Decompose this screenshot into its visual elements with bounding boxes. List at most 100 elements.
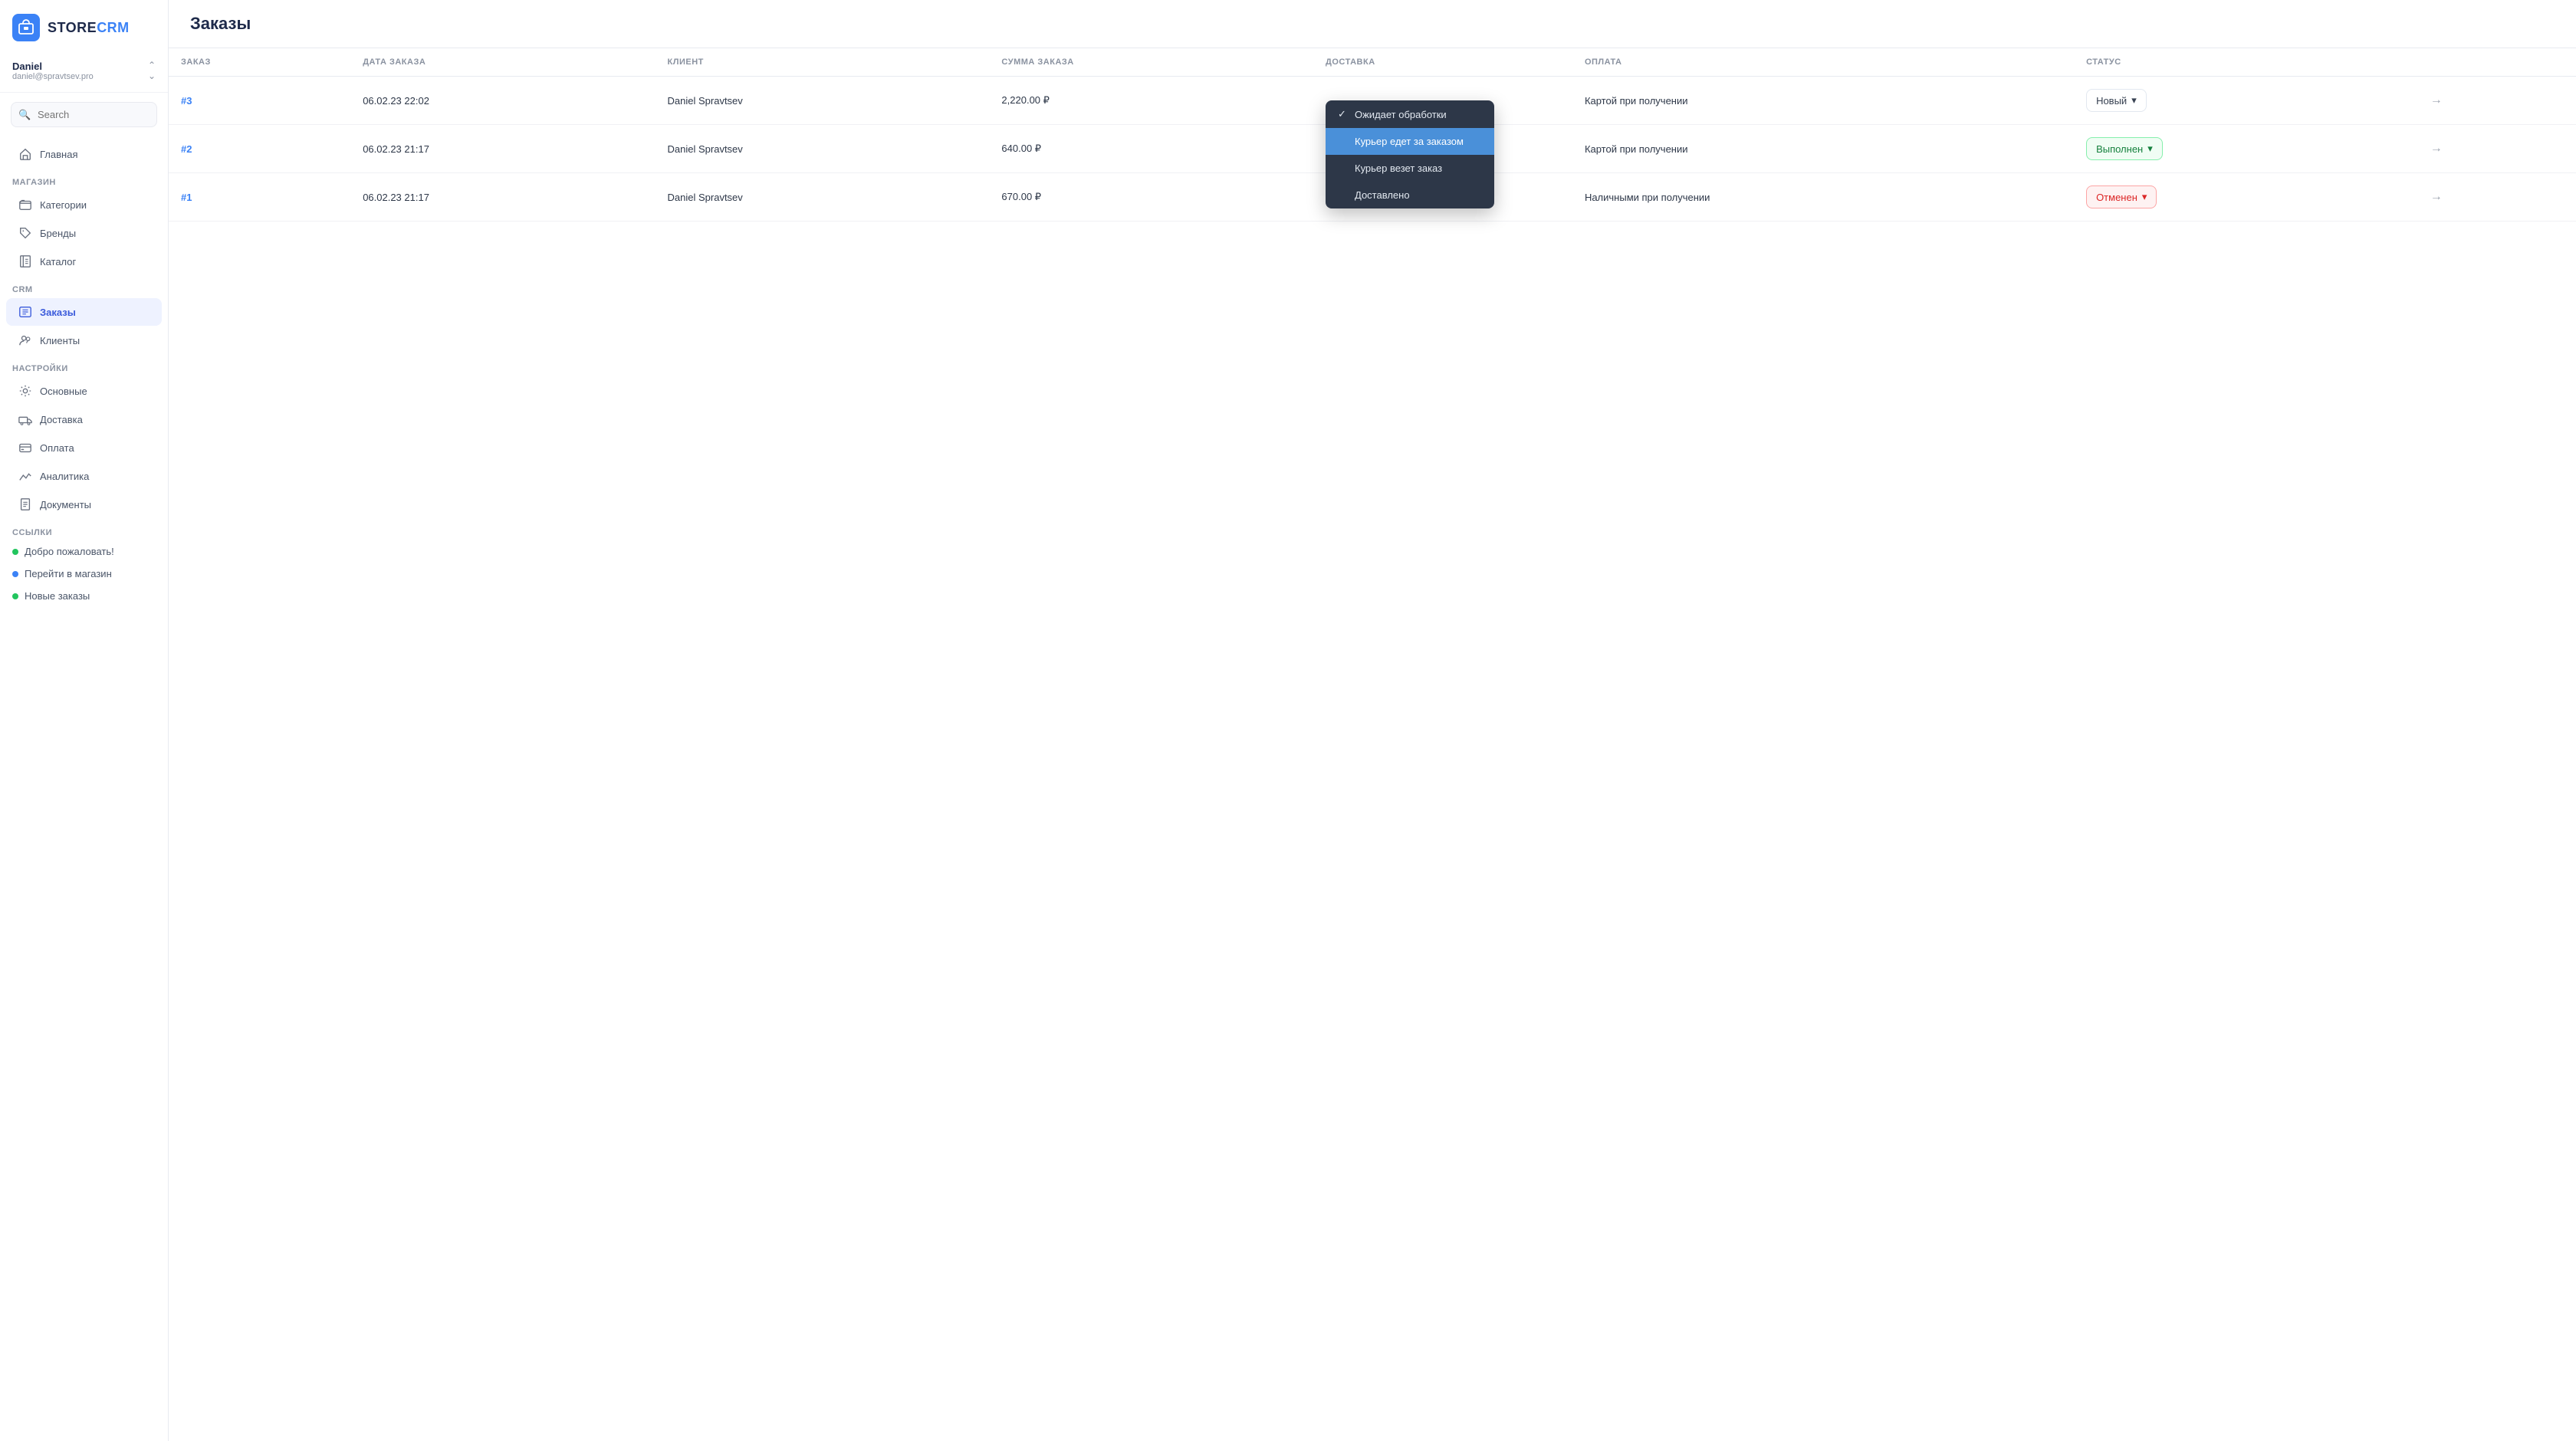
col-order: ЗАКАЗ — [169, 48, 350, 77]
user-block[interactable]: Daniel daniel@spravtsev.pro ⌃⌄ — [0, 52, 168, 93]
search-input[interactable] — [11, 102, 157, 127]
sidebar-item-clients[interactable]: Клиенты — [6, 327, 162, 354]
docs-label: Документы — [40, 499, 91, 510]
status-dropdown-2[interactable]: Выполнен ▾ — [2086, 137, 2163, 160]
status-chevron-icon-1: ▾ — [2142, 191, 2147, 203]
order-link-3[interactable]: #3 — [181, 95, 192, 107]
categories-label: Категории — [40, 199, 87, 211]
clients-label: Клиенты — [40, 335, 80, 346]
order-arrow-btn-3[interactable]: → — [2424, 90, 2449, 110]
user-name: Daniel — [12, 61, 94, 72]
status-label-2: Выполнен — [2096, 143, 2143, 155]
home-icon — [18, 147, 32, 161]
order-client-3: Daniel Spravtsev — [656, 77, 990, 125]
order-delivery-3: ✓ Ожидает обработки Курьер едет за заказ… — [1313, 77, 1572, 125]
col-date: ДАТА ЗАКАЗА — [350, 48, 655, 77]
sidebar-item-delivery[interactable]: Доставка — [6, 405, 162, 433]
sidebar-item-catalog[interactable]: Каталог — [6, 248, 162, 275]
delivery-option-waiting-label: Ожидает обработки — [1355, 109, 1447, 120]
section-label-settings: Настройки — [0, 355, 168, 376]
order-payment-2: Картой при получении — [1572, 125, 2074, 173]
delivery-dropdown-menu: ✓ Ожидает обработки Курьер едет за заказ… — [1326, 100, 1494, 208]
folder-icon — [18, 198, 32, 212]
user-email: daniel@spravtsev.pro — [12, 72, 94, 81]
logo-text: STORECRM — [48, 20, 130, 36]
delivery-option-courier-going-label: Курьер едет за заказом — [1355, 136, 1464, 147]
welcome-label: Добро пожаловать! — [25, 546, 114, 557]
shop-label: Перейти в магазин — [25, 568, 112, 579]
truck-icon — [18, 412, 32, 426]
sidebar-link-shop[interactable]: Перейти в магазин — [0, 563, 168, 585]
order-client-1: Daniel Spravtsev — [656, 173, 990, 222]
sidebar-item-docs[interactable]: Документы — [6, 491, 162, 518]
sidebar-link-welcome[interactable]: Добро пожаловать! — [0, 540, 168, 563]
sidebar: STORECRM Daniel daniel@spravtsev.pro ⌃⌄ … — [0, 0, 169, 1441]
order-link-2[interactable]: #2 — [181, 143, 192, 155]
order-payment-3: Картой при получении — [1572, 77, 2074, 125]
order-arrow-btn-1[interactable]: → — [2424, 187, 2449, 207]
search-icon: 🔍 — [18, 109, 31, 121]
section-label-links: ССЫЛКИ — [0, 519, 168, 540]
clients-icon — [18, 333, 32, 347]
col-amount: СУММА ЗАКАЗА — [989, 48, 1313, 77]
sidebar-item-home[interactable]: Главная — [6, 140, 162, 168]
order-link-1[interactable]: #1 — [181, 192, 192, 203]
main-content: Заказы ЗАКАЗ ДАТА ЗАКАЗА КЛИЕНТ СУММА ЗА… — [169, 0, 2576, 1441]
col-delivery: ДОСТАВКА — [1313, 48, 1572, 77]
sidebar-item-analytics[interactable]: Аналитика — [6, 462, 162, 490]
search-box: 🔍 — [11, 102, 157, 127]
order-status-2: Выполнен ▾ — [2074, 125, 2412, 173]
home-label: Главная — [40, 149, 77, 160]
table-header-row: ЗАКАЗ ДАТА ЗАКАЗА КЛИЕНТ СУММА ЗАКАЗА ДО… — [169, 48, 2576, 77]
status-chevron-icon-2: ▾ — [2147, 143, 2153, 155]
sidebar-item-payment[interactable]: Оплата — [6, 434, 162, 461]
order-status-3: Новый ▾ — [2074, 77, 2412, 125]
delivery-option-courier-delivering-label: Курьер везет заказ — [1355, 162, 1442, 174]
credit-icon — [18, 441, 32, 455]
delivery-option-delivered-label: Доставлено — [1355, 189, 1410, 201]
tag-icon — [18, 226, 32, 240]
order-arrow-btn-2[interactable]: → — [2424, 139, 2449, 159]
status-label-3: Новый — [2096, 95, 2127, 107]
logo-area: STORECRM — [0, 0, 168, 52]
section-label-crm: CRM — [0, 276, 168, 297]
delivery-option-waiting[interactable]: ✓ Ожидает обработки — [1326, 100, 1494, 128]
table-row: #3 06.02.23 22:02 Daniel Spravtsev 2,220… — [169, 77, 2576, 125]
col-action — [2412, 48, 2576, 77]
check-icon: ✓ — [1338, 108, 1349, 120]
basic-label: Основные — [40, 386, 87, 397]
status-dropdown-1[interactable]: Отменен ▾ — [2086, 185, 2157, 208]
sidebar-item-brands[interactable]: Бренды — [6, 219, 162, 247]
sidebar-item-categories[interactable]: Категории — [6, 191, 162, 218]
orders-table: ЗАКАЗ ДАТА ЗАКАЗА КЛИЕНТ СУММА ЗАКАЗА ДО… — [169, 48, 2576, 222]
order-amount-3: 2,220.00 ₽ — [989, 77, 1313, 125]
user-chevron-icon[interactable]: ⌃⌄ — [148, 60, 156, 81]
delivery-option-courier-delivering[interactable]: Курьер везет заказ — [1326, 155, 1494, 182]
status-dropdown-3[interactable]: Новый ▾ — [2086, 89, 2147, 112]
order-status-1: Отменен ▾ — [2074, 173, 2412, 222]
order-payment-1: Наличными при получении — [1572, 173, 2074, 222]
col-payment: ОПЛАТА — [1572, 48, 2074, 77]
sidebar-link-new-orders[interactable]: Новые заказы — [0, 585, 168, 607]
order-client-2: Daniel Spravtsev — [656, 125, 990, 173]
chart-icon — [18, 469, 32, 483]
sidebar-item-orders[interactable]: Заказы — [6, 298, 162, 326]
delivery-option-delivered[interactable]: Доставлено — [1326, 182, 1494, 208]
order-date-1: 06.02.23 21:17 — [350, 173, 655, 222]
col-status: СТАТУС — [2074, 48, 2412, 77]
order-date-2: 06.02.23 21:17 — [350, 125, 655, 173]
order-date-3: 06.02.23 22:02 — [350, 77, 655, 125]
sidebar-item-basic[interactable]: Основные — [6, 377, 162, 405]
gear-icon — [18, 384, 32, 398]
section-label-shop: Магазин — [0, 169, 168, 190]
page-header: Заказы — [169, 0, 2576, 48]
delivery-label: Доставка — [40, 414, 83, 425]
order-amount-1: 670.00 ₽ — [989, 173, 1313, 222]
col-client: КЛИЕНТ — [656, 48, 990, 77]
order-amount-2: 640.00 ₽ — [989, 125, 1313, 173]
book-icon — [18, 254, 32, 268]
delivery-option-courier-going[interactable]: Курьер едет за заказом — [1326, 128, 1494, 155]
doc-icon — [18, 497, 32, 511]
status-label-1: Отменен — [2096, 192, 2137, 203]
orders-label: Заказы — [40, 307, 76, 318]
